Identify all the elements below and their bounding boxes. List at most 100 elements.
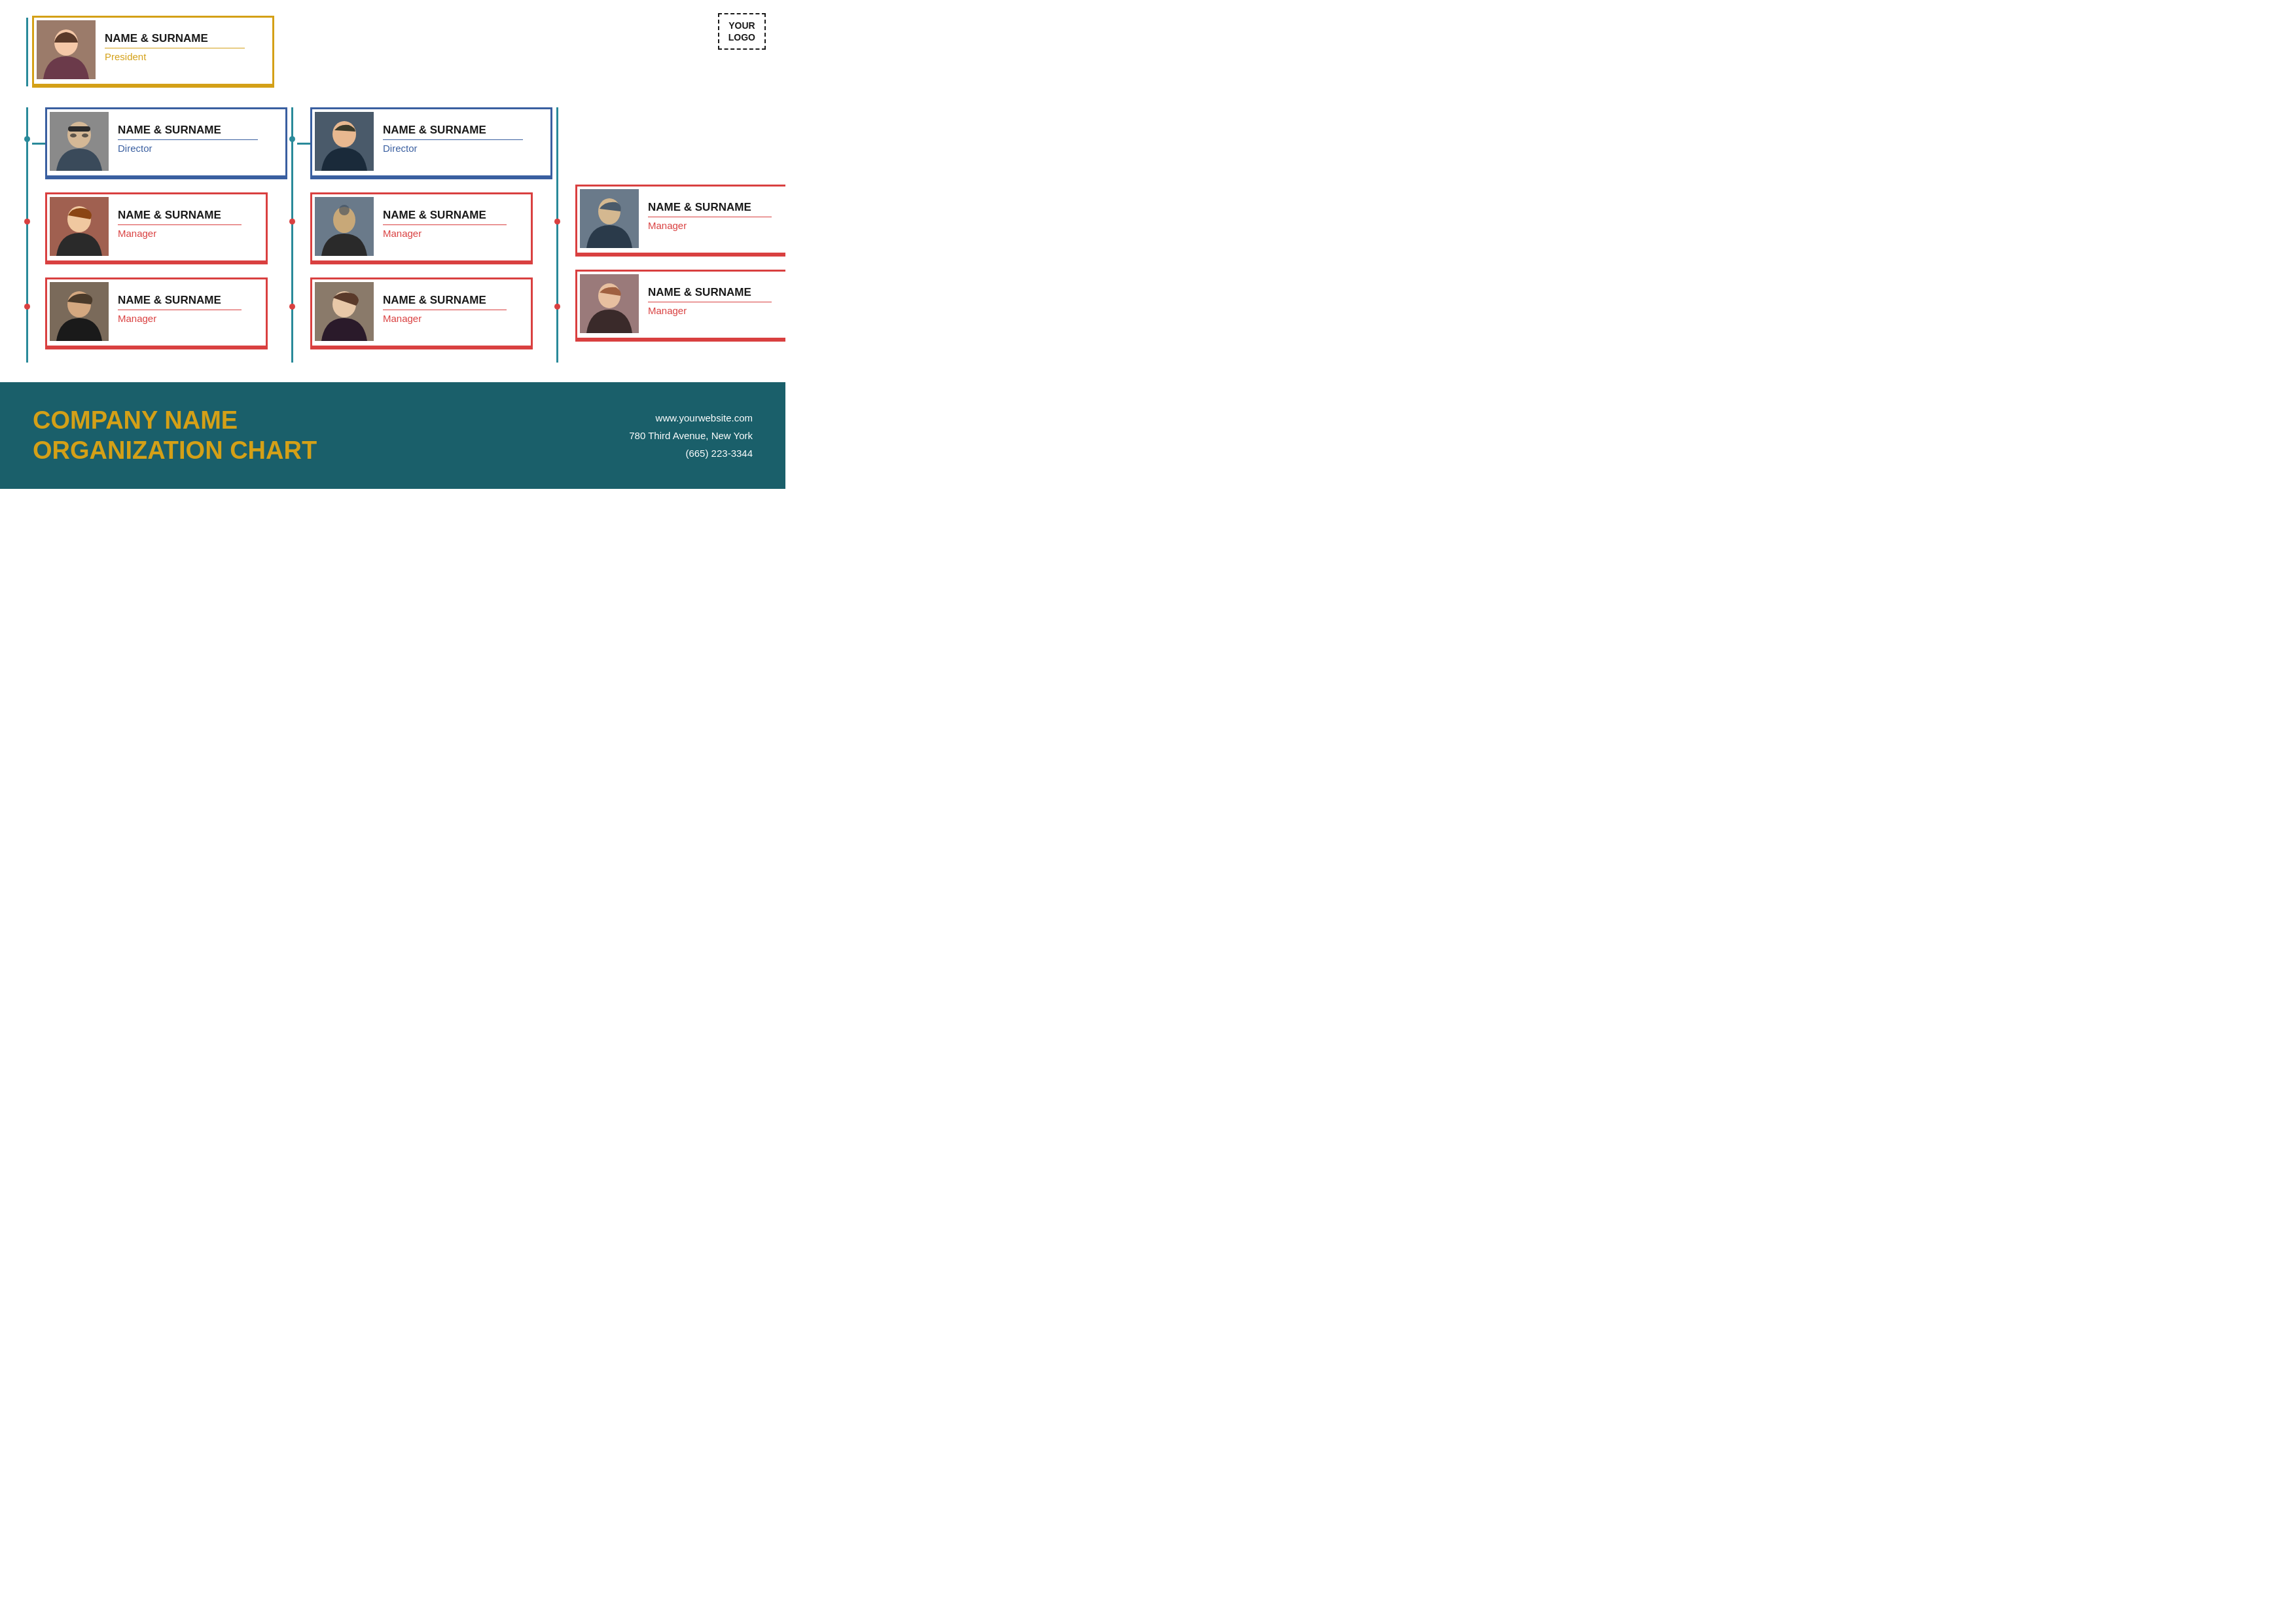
manager3-card: NAME & SURNAME Manager (310, 192, 533, 264)
manager6-row: NAME & SURNAME Manager (575, 270, 785, 342)
chart-area: NAME & SURNAME President (0, 0, 785, 382)
manager6-info: NAME & SURNAME Manager (639, 286, 785, 322)
manager1-card: NAME & SURNAME Manager (45, 192, 268, 264)
footer-title-line1: COMPANY NAME (33, 406, 317, 436)
manager1-divider (118, 224, 242, 226)
president-role: President (105, 51, 270, 62)
col3: NAME & SURNAME Manager (562, 107, 785, 363)
manager3-bottom (312, 260, 531, 262)
manager5-name: NAME & SURNAME (648, 201, 785, 214)
svg-point-21 (598, 283, 620, 308)
director2-bottom (312, 175, 550, 177)
dot-mgr1 (24, 219, 30, 224)
manager5-bottom (577, 253, 785, 255)
dot-mgr6 (554, 304, 560, 310)
manager2-row: NAME & SURNAME Manager (45, 277, 287, 349)
director1-name: NAME & SURNAME (118, 124, 283, 137)
manager1-info: NAME & SURNAME Manager (109, 209, 263, 245)
columns-container: NAME & SURNAME Director (32, 107, 785, 363)
right-vline (556, 107, 558, 363)
manager3-divider (383, 224, 507, 226)
manager4-info: NAME & SURNAME Manager (374, 294, 528, 330)
director1-row: NAME & SURNAME Director (32, 107, 287, 179)
footer-address: 780 Third Avenue, New York (629, 427, 753, 444)
manager4-divider (383, 310, 507, 311)
director2-divider (383, 139, 523, 141)
hline-dir1 (32, 143, 45, 145)
manager4-photo (315, 282, 374, 341)
col2: NAME & SURNAME Director (297, 107, 552, 363)
footer-website: www.yourwebsite.com (629, 409, 753, 427)
manager4-card: NAME & SURNAME Manager (310, 277, 533, 349)
manager6-photo (580, 274, 639, 333)
director1-card: NAME & SURNAME Director (45, 107, 287, 179)
manager4-name: NAME & SURNAME (383, 294, 528, 307)
dot-dir2 (289, 136, 295, 142)
director2-row: NAME & SURNAME Director (297, 107, 552, 179)
svg-point-15 (339, 205, 350, 215)
dot-dir1 (24, 136, 30, 142)
president-row: NAME & SURNAME President (26, 16, 759, 88)
manager1-role: Manager (118, 228, 263, 239)
dot-mgr5 (554, 219, 560, 224)
svg-point-19 (598, 198, 620, 224)
manager5-role: Manager (648, 220, 785, 231)
footer-contact: www.yourwebsite.com 780 Third Avenue, Ne… (629, 409, 753, 462)
manager4-row: NAME & SURNAME Manager (310, 277, 552, 349)
manager6-card: NAME & SURNAME Manager (575, 270, 785, 342)
manager5-info: NAME & SURNAME Manager (639, 201, 785, 237)
president-info: NAME & SURNAME President (96, 32, 270, 68)
manager1-row: NAME & SURNAME Manager (45, 192, 287, 264)
manager5-card: NAME & SURNAME Manager (575, 185, 785, 257)
manager2-photo (50, 282, 109, 341)
manager6-bottom (577, 338, 785, 340)
president-name: NAME & SURNAME (105, 32, 270, 45)
director1-role: Director (118, 143, 283, 154)
president-card: NAME & SURNAME President (32, 16, 274, 88)
manager4-role: Manager (383, 313, 528, 324)
manager2-name: NAME & SURNAME (118, 294, 263, 307)
manager6-role: Manager (648, 305, 785, 316)
dot-mgr4 (289, 304, 295, 310)
director2-role: Director (383, 143, 548, 154)
footer-title-block: COMPANY NAME ORGANIZATION CHART (33, 406, 317, 465)
hline-dir2 (297, 143, 310, 145)
manager2-info: NAME & SURNAME Manager (109, 294, 263, 330)
footer-title-line2: ORGANIZATION CHART (33, 436, 317, 466)
manager5-divider (648, 217, 772, 218)
manager3-name: NAME & SURNAME (383, 209, 528, 222)
director1-info: NAME & SURNAME Director (109, 124, 283, 160)
director1-bottom (47, 175, 285, 177)
manager6-name: NAME & SURNAME (648, 286, 785, 299)
manager2-role: Manager (118, 313, 263, 324)
dot-mgr3 (289, 219, 295, 224)
footer-phone: (665) 223-3344 (629, 444, 753, 462)
manager3-row: NAME & SURNAME Manager (310, 192, 552, 264)
director1-divider (118, 139, 258, 141)
col1: NAME & SURNAME Director (32, 107, 287, 363)
manager1-photo (50, 197, 109, 256)
director2-info: NAME & SURNAME Director (374, 124, 548, 160)
page: YOUR LOGO (0, 0, 785, 489)
director2-card: NAME & SURNAME Director (310, 107, 552, 179)
left-vline (26, 107, 28, 363)
mid-vline (291, 107, 293, 363)
manager5-row: NAME & SURNAME Manager (575, 185, 785, 257)
president-bottom-line (34, 84, 272, 86)
director2-name: NAME & SURNAME (383, 124, 548, 137)
dot-mgr2 (24, 304, 30, 310)
footer: COMPANY NAME ORGANIZATION CHART www.your… (0, 382, 785, 489)
manager6-divider (648, 302, 772, 303)
director2-photo (315, 112, 374, 171)
main-layout: NAME & SURNAME Director (26, 107, 759, 363)
manager1-name: NAME & SURNAME (118, 209, 263, 222)
manager2-bottom (47, 346, 266, 348)
manager3-photo (315, 197, 374, 256)
manager4-bottom (312, 346, 531, 348)
manager2-card: NAME & SURNAME Manager (45, 277, 268, 349)
manager2-divider (118, 310, 242, 311)
manager3-role: Manager (383, 228, 528, 239)
manager5-photo (580, 189, 639, 248)
president-divider (105, 48, 245, 49)
svg-point-5 (70, 134, 77, 137)
